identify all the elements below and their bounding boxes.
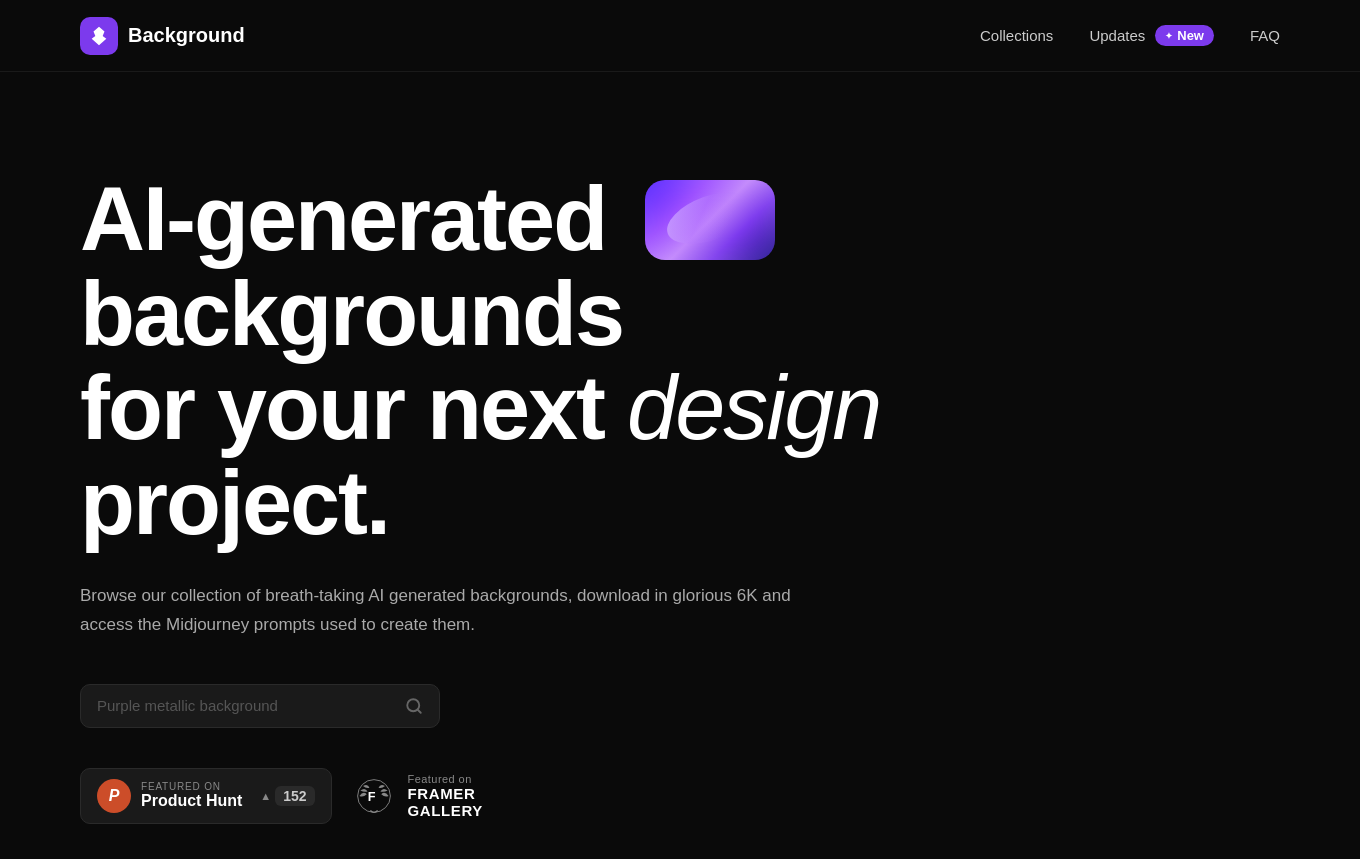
- ph-featured-on: FEATURED ON: [141, 781, 242, 792]
- search-icon: [405, 697, 423, 715]
- ph-product-hunt-name: Product Hunt: [141, 792, 242, 810]
- search-input[interactable]: [97, 697, 395, 714]
- ph-logo-letter: P: [109, 787, 120, 805]
- hero-subtitle: Browse our collection of breath-taking A…: [80, 582, 820, 640]
- framer-gallery-name: FRAMERGALLERY: [408, 785, 483, 819]
- logo-svg: [88, 25, 110, 47]
- framer-badge[interactable]: F Featured on FRAMERGALLERY: [352, 773, 483, 819]
- logo-icon: [80, 17, 118, 55]
- navbar: Background Collections Updates New FAQ: [0, 0, 1360, 72]
- framer-featured-on: Featured on: [408, 773, 483, 785]
- framer-logo-svg: F: [354, 776, 394, 816]
- search-container: [80, 684, 1280, 728]
- nav-link-collections[interactable]: Collections: [980, 27, 1053, 44]
- product-hunt-logo: P: [97, 779, 131, 813]
- product-hunt-badge[interactable]: P FEATURED ON Product Hunt ▲ 152: [80, 768, 332, 824]
- hero-title-part4: project.: [80, 453, 389, 553]
- nav-link-faq[interactable]: FAQ: [1250, 27, 1280, 44]
- new-badge[interactable]: New: [1155, 25, 1214, 46]
- hero-inline-image: [645, 180, 775, 260]
- nav-link-updates[interactable]: Updates: [1089, 27, 1145, 44]
- logo[interactable]: Background: [80, 17, 245, 55]
- framer-logo: F: [352, 774, 396, 818]
- svg-line-1: [417, 709, 420, 712]
- ph-count-area: ▲ 152: [260, 786, 314, 806]
- hero-section: AI-generated backgrounds for your next d…: [0, 72, 1360, 859]
- updates-group: Updates New: [1089, 25, 1214, 46]
- badges-row: P FEATURED ON Product Hunt ▲ 152: [80, 768, 1280, 824]
- ph-text-area: FEATURED ON Product Hunt: [141, 781, 242, 810]
- hero-title-italic: design: [627, 358, 880, 458]
- ph-count: 152: [275, 786, 314, 806]
- svg-text:F: F: [367, 788, 375, 803]
- nav-links: Collections Updates New FAQ: [980, 25, 1280, 46]
- ph-arrow: ▲: [260, 790, 271, 802]
- search-box: [80, 684, 440, 728]
- search-button[interactable]: [405, 697, 423, 715]
- hero-title-part2: backgrounds: [80, 264, 623, 364]
- logo-text: Background: [128, 24, 245, 47]
- hero-title-part3: for your next: [80, 358, 604, 458]
- framer-text-area: Featured on FRAMERGALLERY: [408, 773, 483, 819]
- hero-title-part1: AI-generated: [80, 169, 606, 269]
- hero-title: AI-generated backgrounds for your next d…: [80, 172, 1180, 550]
